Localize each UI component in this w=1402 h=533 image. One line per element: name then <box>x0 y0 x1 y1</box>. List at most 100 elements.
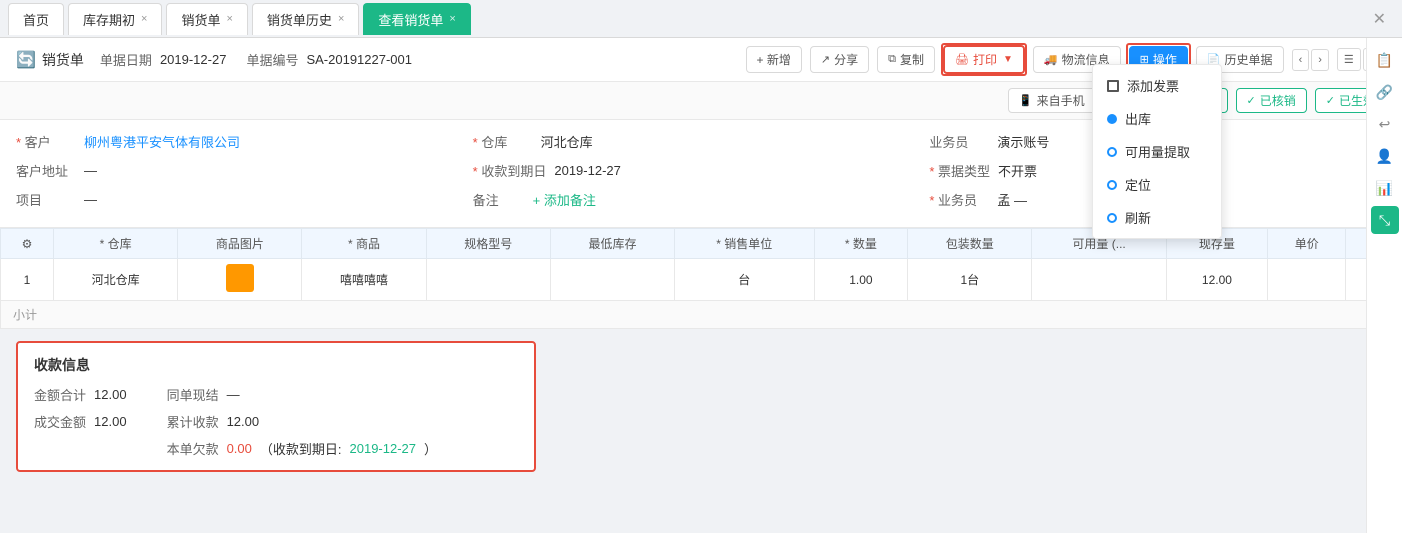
address-label: 客户地址 <box>16 161 76 180</box>
note-label: 备注 <box>473 190 533 209</box>
cell-stock: 12.00 <box>1166 259 1267 301</box>
tab-view-sales[interactable]: 查看销货单 × <box>363 3 470 35</box>
refresh-icon <box>1107 213 1117 223</box>
doc-meta: 单据日期 2019-12-27 单据编号 SA-20191227-001 <box>100 50 412 69</box>
table-container: ⚙ * 仓库 商品图片 * 商品 规格型号 最低库存 * 销售单位 * 数量 包… <box>0 228 1402 329</box>
due-value: 0.00 <box>227 441 252 456</box>
doc-type: 🔄 销货单 <box>16 50 84 70</box>
tab-sales-history-close[interactable]: × <box>338 13 344 25</box>
from-mobile-button[interactable]: 📱 来自手机 <box>1008 88 1096 113</box>
locate-icon <box>1107 180 1117 190</box>
th-price: 单价 <box>1268 229 1346 259</box>
dropdown-locate[interactable]: 定位 <box>1093 168 1221 201</box>
payment-col-right: 同单现结 — 累计收款 12.00 本单欠款 0.00 （收款到期日: 2019… <box>167 385 437 458</box>
warehouse-label: 仓库 <box>473 132 533 151</box>
payment-info-box: 收款信息 金额合计 12.00 成交金额 12.00 同单现结 — 累计收款 1… <box>16 341 536 472</box>
sidebar-chart-icon[interactable]: 📊 <box>1371 174 1399 202</box>
cell-price <box>1268 259 1346 301</box>
right-sidebar: 📋 🔗 ↩ 👤 📊 ⤡ <box>1366 38 1402 533</box>
cell-spec <box>426 259 550 301</box>
cancelled-badge[interactable]: ✓ 已核销 <box>1236 88 1307 113</box>
cumulative-label: 累计收款 <box>167 412 219 431</box>
doc-actions: + 新增 ↗ 分享 ⧉ 复制 🖨 打印 ▼ 🚚 物流信息 ⊞ 操作 📄 <box>746 45 1386 74</box>
deal-label: 成交金额 <box>34 412 86 431</box>
tab-sales-order-close[interactable]: × <box>226 13 232 25</box>
th-min-stock: 最低库存 <box>550 229 674 259</box>
nav-arrows: ‹ › <box>1292 49 1329 71</box>
tab-inventory-init-close[interactable]: × <box>141 13 147 25</box>
dropdown-refresh[interactable]: 刷新 <box>1093 201 1221 234</box>
staff2-value: 孟 — <box>989 190 1035 209</box>
cell-pkg-qty: 1台 <box>908 259 1032 301</box>
outbound-icon <box>1107 114 1117 124</box>
add-invoice-icon <box>1107 80 1119 92</box>
cell-product: 嘻嘻嘻嘻 <box>302 259 426 301</box>
share-button[interactable]: ↗ 分享 <box>810 46 869 73</box>
address-field: 客户地址 — <box>16 161 473 180</box>
sidebar-link-icon[interactable]: 🔗 <box>1371 78 1399 106</box>
th-settings[interactable]: ⚙ <box>1 229 54 259</box>
project-label: 项目 <box>16 190 76 209</box>
th-image: 商品图片 <box>178 229 302 259</box>
tab-sales-order[interactable]: 销货单 × <box>166 3 247 35</box>
cell-unit: 台 <box>675 259 815 301</box>
th-unit: * 销售单位 <box>675 229 815 259</box>
sidebar-user-icon[interactable]: 👤 <box>1371 142 1399 170</box>
deal-value: 12.00 <box>94 414 127 429</box>
customer-value[interactable]: 柳州粤港平安气体有限公司 <box>76 132 248 151</box>
warehouse-value: 河北仓库 <box>533 132 601 151</box>
total-label: 金额合计 <box>34 385 86 404</box>
next-button[interactable]: › <box>1311 49 1329 71</box>
dropdown-available-extract[interactable]: 可用量提取 <box>1093 135 1221 168</box>
list-view-button[interactable]: ☰ <box>1337 48 1361 71</box>
doc-number: 单据编号 SA-20191227-001 <box>246 50 412 69</box>
subtotal-label: 小计 <box>1 301 1402 329</box>
cell-num: 1 <box>1 259 54 301</box>
cell-qty: 1.00 <box>814 259 908 301</box>
same-order-value: — <box>227 387 240 402</box>
ticket-value: 不开票 <box>990 161 1045 180</box>
table-row: 1 河北仓库 嘻嘻嘻嘻 台 1.00 1台 12.00 0. <box>1 259 1402 301</box>
due-row: 本单欠款 0.00 （收款到期日: 2019-12-27 ） <box>167 439 437 458</box>
payment-date-value: 2019-12-27 <box>546 163 629 178</box>
customer-label: 客户 <box>16 132 76 151</box>
payment-total-row: 金额合计 12.00 <box>34 385 127 404</box>
due-note2: ） <box>424 439 437 458</box>
total-value: 12.00 <box>94 387 127 402</box>
dropdown-add-invoice[interactable]: 添加发票 <box>1093 69 1221 102</box>
cumulative-value: 12.00 <box>227 414 260 429</box>
due-label: 本单欠款 <box>167 439 219 458</box>
sidebar-doc-icon[interactable]: 📋 <box>1371 46 1399 74</box>
th-qty: * 数量 <box>814 229 908 259</box>
th-pkg-qty: 包装数量 <box>908 229 1032 259</box>
copy-button[interactable]: ⧉ 复制 <box>877 46 935 73</box>
sidebar-return-icon[interactable]: ↩ <box>1371 110 1399 138</box>
print-button[interactable]: 🖨 打印 ▼ <box>943 45 1025 74</box>
project-field: 项目 — <box>16 190 473 209</box>
sidebar-expand-icon[interactable]: ⤡ <box>1371 206 1399 234</box>
tab-home[interactable]: 首页 <box>8 3 64 35</box>
th-spec: 规格型号 <box>426 229 550 259</box>
prev-button[interactable]: ‹ <box>1292 49 1310 71</box>
tab-sales-history[interactable]: 销货单历史 × <box>252 3 359 35</box>
ticket-label: 票据类型 <box>929 161 990 180</box>
warehouse-field: 仓库 河北仓库 <box>473 132 930 151</box>
new-button[interactable]: + 新增 <box>746 46 802 73</box>
staff-label: 业务员 <box>929 132 989 151</box>
project-value: — <box>76 192 105 207</box>
note-field: 备注 + 添加备注 <box>473 190 930 209</box>
tab-inventory-init[interactable]: 库存期初 × <box>68 3 162 35</box>
cell-min-stock <box>550 259 674 301</box>
customer-field: 客户 柳州粤港平安气体有限公司 <box>16 132 473 151</box>
close-window-button[interactable]: ✕ <box>1365 5 1394 33</box>
available-extract-icon <box>1107 147 1117 157</box>
cell-img <box>178 259 302 301</box>
tab-bar: 首页 库存期初 × 销货单 × 销货单历史 × 查看销货单 × ✕ <box>0 0 1402 38</box>
doc-type-icon: 🔄 <box>16 50 36 70</box>
payment-deal-row: 成交金额 12.00 <box>34 412 127 431</box>
payment-date-label: 收款到期日 <box>473 161 547 180</box>
same-order-label: 同单现结 <box>167 385 219 404</box>
dropdown-outbound[interactable]: 出库 <box>1093 102 1221 135</box>
add-note-button[interactable]: + 添加备注 <box>533 190 596 209</box>
tab-view-sales-close[interactable]: × <box>449 13 455 25</box>
